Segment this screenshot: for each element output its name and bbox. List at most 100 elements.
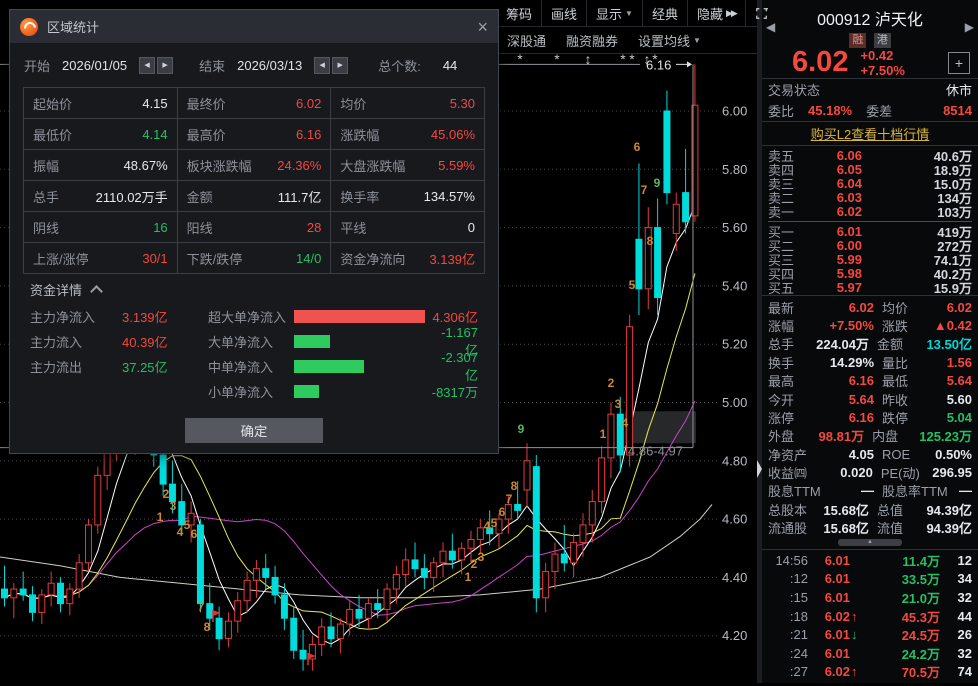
tick-row: :21 6.01 ↓ 24.5万 26 [768,625,972,644]
collapse-pill[interactable]: ▲ [838,539,902,546]
quote-right-label: 量比 [882,353,934,372]
quote-right-value: 13.50亿 [926,334,972,353]
quote-left-label: 净资产 [768,445,814,464]
quote-left-label: 总股本 [768,500,812,519]
quote-left-value: 0.020 [813,465,872,480]
quote-left-label: 总手 [768,334,812,353]
fund-right-label: 大单净流入 [208,332,294,351]
quote-right-value: 5.64 [934,373,972,388]
fund-left-value: 40.39亿 [122,332,208,351]
end-date-prev-button[interactable]: ◀ [314,57,330,74]
szhk-connect-tab[interactable]: 深股通 [497,31,556,50]
fund-right-label: 中单净流入 [208,357,294,376]
confirm-button[interactable]: 确定 [185,418,323,443]
change-value: +0.42 [860,48,904,63]
quote-left-value: 14.29% [814,355,874,370]
start-date-prev-button[interactable]: ◀ [139,57,155,74]
start-date-next-button[interactable]: ▶ [157,57,173,74]
ask-levels: 卖五 6.06 40.6万 卖四 6.05 18.9万 卖三 6.04 15.0… [768,148,972,219]
tick-time: :18 [768,609,808,624]
level-price: 5.99 [800,252,862,267]
draw-line-button[interactable]: 画线 [542,0,587,26]
y-axis-label: 4.80 [722,453,747,468]
quote-right-label: 内盘 [872,426,919,445]
quote-row: 今开 5.64 昨收 5.60 [768,390,972,408]
start-date-stepper: ◀ ▶ [139,57,173,74]
collapse-pill-row: ▲ [762,537,978,549]
end-date-next-button[interactable]: ▶ [332,57,348,74]
quote-right-label: ROE [882,447,934,462]
next-stock-arrow-icon[interactable]: ▶ [965,20,974,34]
collapse-chevron-icon[interactable] [90,285,103,298]
quote-right-label: 金额 [877,334,927,353]
hide-button[interactable]: 隐藏▶▶ [688,0,746,26]
stat-label: 平线 [340,218,366,237]
buy-l2-link[interactable]: 购买L2查看十档行情 [811,124,929,143]
end-date-label: 结束 [199,56,225,75]
level-price: 6.06 [800,148,862,163]
td-sequence-marker: 8 [511,479,518,493]
add-to-watchlist-button[interactable]: + [948,52,970,74]
tick-row: :15 6.01 21.0万 32 [768,588,972,607]
stat-label: 阴线 [33,218,59,237]
classic-button[interactable]: 经典 [643,0,688,26]
quote-right-label: PE(动) [881,463,932,482]
stat-value: 16 [153,220,167,235]
tick-price: 6.02 [808,609,850,624]
y-axis-label: 5.80 [722,162,747,177]
quote-row: 换手 14.29% 量比 1.56 [768,353,972,371]
quote-grid: 最新 6.02 均价 6.02 涨幅 +7.50% 涨跌 ▲0.42 总手 22… [762,295,978,537]
quote-right-label: 昨收 [882,390,934,409]
quote-right-value: 0.50% [934,447,972,462]
y-axis-label: 5.20 [722,337,747,352]
end-date-value[interactable]: 2026/03/13 [237,58,302,73]
y-axis-label: 4.20 [722,628,747,643]
tick-price: 6.01 [808,553,850,568]
chart-toolbar: 筹码 画线 显示▼ 经典 隐藏▶▶ 深股通 融资融券 设置均线▼ [497,0,757,52]
tick-direction-icon: ↓ [850,627,863,642]
stat-label: 最高价 [187,125,226,144]
fund-right-label: 小单净流入 [208,382,294,401]
ask-row[interactable]: 卖一 6.02 103万 [768,205,972,219]
bid-row[interactable]: 买五 5.97 15.9万 [768,281,972,295]
bid-levels: 买一 6.01 419万 买二 6.00 272万 买三 5.99 74.1万 [768,224,972,295]
margin-trading-tab[interactable]: 融资融券 [556,31,628,50]
stat-value: 5.59% [438,158,475,173]
fund-bar-track [294,385,430,398]
quote-left-value: 5.64 [814,392,874,407]
stock-title: 000912 泸天化 [762,0,978,30]
quote-right-value: — [934,483,972,498]
stat-cell: 振幅 48.67% [24,150,178,181]
tick-time: :21 [768,627,808,642]
quote-left-label: 换手 [768,353,814,372]
quote-left-value: 4.05 [814,447,874,462]
total-count-label: 总个数: [378,56,421,75]
toolbar-row-2: 深股通 融资融券 设置均线▼ [497,27,757,54]
stat-value: 30/1 [142,251,167,266]
td-sequence-marker: 8 [204,620,211,634]
fund-details-title: 资金详情 [30,280,82,299]
tick-price: 6.01 [808,627,850,642]
double-arrow-icon: ▶▶ [726,8,736,19]
display-menu-button[interactable]: 显示▼ [587,0,643,26]
tick-volume: 21.0万 [863,588,940,607]
stat-label: 最低价 [33,125,72,144]
close-icon[interactable]: × [477,18,488,36]
dialog-titlebar[interactable]: 区域统计 × [10,10,498,43]
tick-count: 12 [940,553,972,568]
quote-left-label: 最新 [768,298,814,317]
hk-connect-badge: 港 [874,33,891,48]
td-sequence-marker: 7 [506,492,513,506]
fund-row: 小单净流入 -8317万 [10,379,498,404]
chips-button[interactable]: 筹码 [497,0,542,26]
fullscreen-button[interactable] [746,0,777,26]
quote-left-value: 6.02 [814,300,874,315]
fund-bar-track [294,335,430,348]
ma-settings-button[interactable]: 设置均线▼ [628,31,711,50]
start-date-value[interactable]: 2026/01/05 [62,58,127,73]
td-sequence-marker: 5 [184,518,191,532]
level-price: 5.98 [800,266,862,281]
fund-details-header[interactable]: 资金详情 [10,274,498,304]
stat-value: 134.57% [424,189,475,204]
stat-label: 涨跌幅 [340,125,379,144]
